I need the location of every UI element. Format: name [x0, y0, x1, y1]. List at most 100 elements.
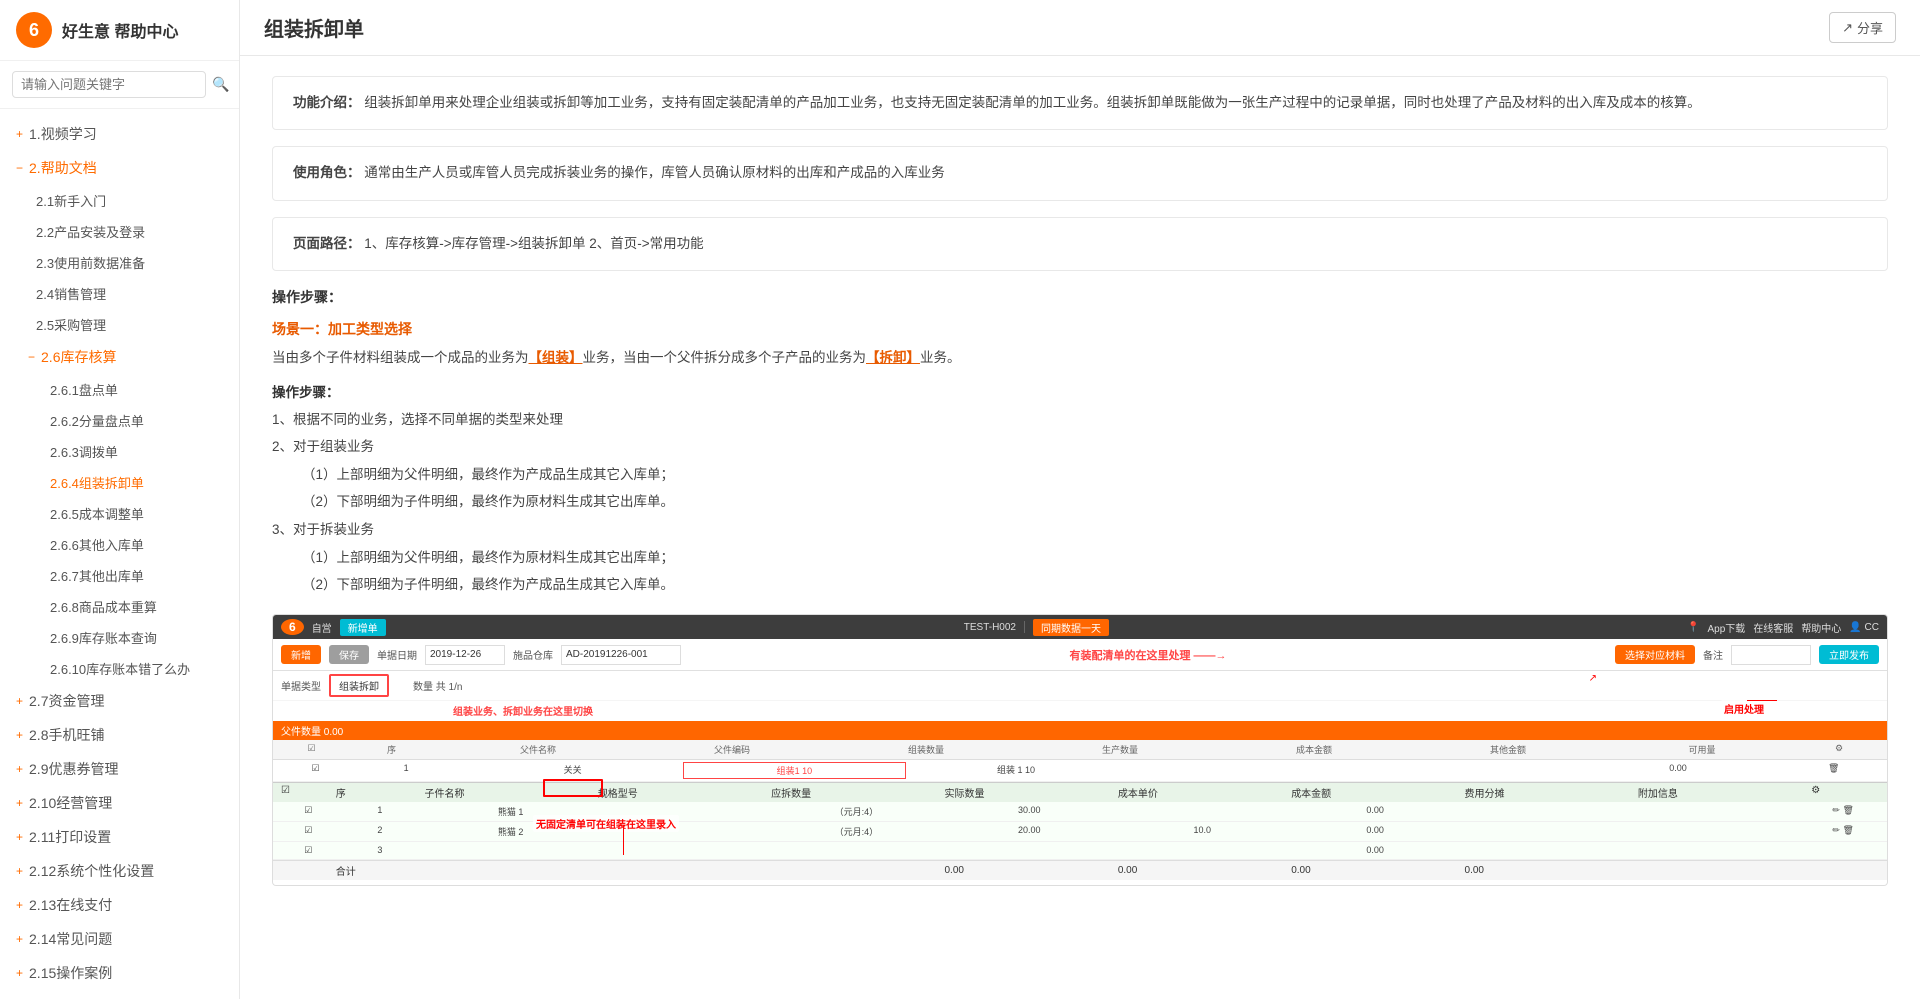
- sidebar-item-mobile[interactable]: + 2.8手机旺铺: [0, 718, 239, 752]
- sidebar-item-cost-adjust[interactable]: 2.6.5成本调整单: [0, 498, 239, 529]
- sidebar-item-mobile-label: 2.8手机旺铺: [29, 725, 104, 745]
- share-icon: ↗: [1842, 20, 1853, 36]
- sidebar-item-inventory[interactable]: − 2.6库存核算: [0, 340, 239, 374]
- intro-label: 功能介绍：: [293, 95, 361, 110]
- mock-code-field[interactable]: AD-20191226-001: [561, 645, 681, 665]
- sidebar-item-cases-label: 2.15操作案例: [29, 963, 112, 983]
- sidebar-item-purchase[interactable]: 2.5采购管理: [0, 309, 239, 340]
- mobile-plus-icon: +: [16, 728, 23, 742]
- logo-icon: 6: [16, 12, 52, 48]
- sidebar-item-stock-error[interactable]: 2.6.10库存账本错了么办: [0, 653, 239, 684]
- operation-plus-icon: +: [16, 796, 23, 810]
- step-1: 1、根据不同的业务，选择不同单据的类型来处理: [272, 407, 1888, 433]
- annotation3-text: 组装业务、拆卸业务在这里切换: [453, 703, 593, 718]
- sidebar-item-other-out[interactable]: 2.6.7其他出库单: [0, 560, 239, 591]
- mock-date-field[interactable]: 2019-12-26: [425, 645, 505, 665]
- sidebar-item-data-prep[interactable]: 2.3使用前数据准备: [0, 247, 239, 278]
- mock-submit-btn[interactable]: 立即发布: [1819, 645, 1879, 664]
- sidebar-item-stock-check[interactable]: 2.6.9库存账本查询: [0, 622, 239, 653]
- path-text: 1、库存核算->库存管理->组装拆卸单 2、首页->常用功能: [364, 236, 703, 251]
- step-3-2: （2）下部明细为子件明细，最终作为产成品生成其它入库单。: [272, 572, 1888, 598]
- assembly-highlight: 【组装】: [529, 350, 583, 365]
- sidebar-item-cases[interactable]: + 2.15操作案例: [0, 956, 239, 990]
- inventory-minus-icon: −: [28, 350, 35, 364]
- sidebar-item-personalize-label: 2.12系统个性化设置: [29, 861, 154, 881]
- mock-section-label: 父件数量 0.00: [281, 723, 343, 738]
- sidebar-item-print[interactable]: + 2.11打印设置: [0, 820, 239, 854]
- path-block: 页面路径： 1、库存核算->库存管理->组装拆卸单 2、首页->常用功能: [272, 217, 1888, 271]
- sidebar-item-inventory-label: 2.6库存核算: [41, 347, 116, 367]
- search-box: 🔍: [0, 61, 239, 109]
- step-2: 2、对于组装业务: [272, 434, 1888, 460]
- sidebar-item-sales[interactable]: 2.4销售管理: [0, 278, 239, 309]
- sidebar-item-faq[interactable]: + 2.14常见问题: [0, 922, 239, 956]
- sidebar-item-coupon[interactable]: + 2.9优惠券管理: [0, 752, 239, 786]
- sidebar-item-install[interactable]: 2.2产品安装及登录: [0, 216, 239, 247]
- scene1-title: 场景一：加工类型选择: [272, 319, 1888, 339]
- mock-note-field[interactable]: [1731, 645, 1811, 665]
- role-label: 使用角色：: [293, 165, 361, 180]
- faq-plus-icon: +: [16, 932, 23, 946]
- intro-text: 组装拆卸单用来处理企业组装或拆卸等加工业务，支持有固定装配清单的产品加工业务，也…: [364, 95, 1701, 110]
- sidebar-item-pay[interactable]: + 2.13在线支付: [0, 888, 239, 922]
- sidebar-item-help-label: 2.帮助文档: [29, 158, 97, 178]
- sidebar-item-pay-label: 2.13在线支付: [29, 895, 112, 915]
- sidebar-item-adjust[interactable]: 2.6.3调拨单: [0, 436, 239, 467]
- sidebar-item-newbie[interactable]: 2.1新手入门: [0, 185, 239, 216]
- sidebar-item-print-label: 2.11打印设置: [29, 827, 111, 847]
- step-3: 3、对于拆装业务: [272, 517, 1888, 543]
- search-input[interactable]: [12, 71, 206, 98]
- sidebar-item-fund[interactable]: + 2.7资金管理: [0, 684, 239, 718]
- app-title: 好生意 帮助中心: [62, 18, 178, 42]
- sidebar-item-coupon-label: 2.9优惠券管理: [29, 759, 118, 779]
- plus-icon: +: [16, 127, 23, 141]
- minus-icon: −: [16, 161, 23, 175]
- sidebar-item-stocktake[interactable]: 2.6.1盘点单: [0, 374, 239, 405]
- sidebar-item-video[interactable]: + 1.视频学习: [0, 117, 239, 151]
- cases-plus-icon: +: [16, 966, 23, 980]
- step-3-1: （1）上部明细为父件明细，最终作为原材料生成其它出库单；: [272, 545, 1888, 571]
- screenshot-wrapper: 6 自営 新增单 TEST-H002 同期数据一天 📍 App下载 在线客服 帮…: [272, 614, 1888, 886]
- sidebar-item-cost-recalc[interactable]: 2.6.8商品成本重算: [0, 591, 239, 622]
- fund-plus-icon: +: [16, 694, 23, 708]
- ops-title: 操作步骤：: [272, 287, 1888, 307]
- sidebar-item-assembly[interactable]: 2.6.4组装拆卸单: [0, 467, 239, 498]
- annotation1-text: 有装配清单的在这里处理 ——→: [689, 647, 1607, 663]
- sidebar-item-operation-label: 2.10经营管理: [29, 793, 112, 813]
- sidebar-item-fund-label: 2.7资金管理: [29, 691, 104, 711]
- mock-new-btn[interactable]: 新增: [281, 645, 321, 664]
- sidebar-item-help[interactable]: − 2.帮助文档: [0, 151, 239, 185]
- main-header: 组装拆卸单 ↗ 分享: [240, 0, 1920, 56]
- mock-save-btn[interactable]: 保存: [329, 645, 369, 664]
- role-block: 使用角色： 通常由生产人员或库管人员完成拆装业务的操作，库管人员确认原材料的出库…: [272, 146, 1888, 200]
- scene1-desc: 当由多个子件材料组装成一个成品的业务为【组装】业务，当由一个父件拆分成多个子产品…: [272, 345, 1888, 371]
- path-label: 页面路径：: [293, 236, 361, 251]
- step-2-2: （2）下部明细为子件明细，最终作为原材料生成其它出库单。: [272, 489, 1888, 515]
- sidebar-item-other-in[interactable]: 2.6.6其他入库单: [0, 529, 239, 560]
- sidebar-item-video-label: 1.视频学习: [29, 124, 97, 144]
- step-2-1: （1）上部明细为父件明细，最终作为产成品生成其它入库单；: [272, 462, 1888, 488]
- pay-plus-icon: +: [16, 898, 23, 912]
- nav-list: + 1.视频学习 − 2.帮助文档 2.1新手入门 2.2产品安装及登录 2.3…: [0, 109, 239, 999]
- print-plus-icon: +: [16, 830, 23, 844]
- intro-block: 功能介绍： 组装拆卸单用来处理企业组装或拆卸等加工业务，支持有固定装配清单的产品…: [272, 76, 1888, 130]
- content-area: 功能介绍： 组装拆卸单用来处理企业组装或拆卸等加工业务，支持有固定装配清单的产品…: [240, 56, 1920, 999]
- main-area: 组装拆卸单 ↗ 分享 功能介绍： 组装拆卸单用来处理企业组装或拆卸等加工业务，支…: [240, 0, 1920, 999]
- role-text: 通常由生产人员或库管人员完成拆装业务的操作，库管人员确认原材料的出库和产成品的入…: [364, 165, 945, 180]
- page-title: 组装拆卸单: [264, 13, 364, 42]
- disassembly-highlight: 【拆卸】: [866, 350, 920, 365]
- ops-steps-title: 操作步骤：: [272, 381, 1888, 401]
- sidebar-item-personalize[interactable]: + 2.12系统个性化设置: [0, 854, 239, 888]
- sidebar-item-operation[interactable]: + 2.10经营管理: [0, 786, 239, 820]
- search-button[interactable]: 🔍: [212, 76, 229, 93]
- share-button[interactable]: ↗ 分享: [1829, 12, 1896, 43]
- mock-select-btn[interactable]: 选择对应材料: [1615, 645, 1695, 664]
- steps-list: 1、根据不同的业务，选择不同单据的类型来处理 2、对于组装业务 （1）上部明细为…: [272, 407, 1888, 598]
- sidebar-item-faq-label: 2.14常见问题: [29, 929, 112, 949]
- personalize-plus-icon: +: [16, 864, 23, 878]
- mock-type-selector[interactable]: 组装拆卸: [329, 674, 389, 697]
- share-label: 分享: [1857, 18, 1883, 37]
- coupon-plus-icon: +: [16, 762, 23, 776]
- sidebar-item-partial[interactable]: 2.6.2分量盘点单: [0, 405, 239, 436]
- sidebar: 6 好生意 帮助中心 🔍 + 1.视频学习 − 2.帮助文档 2.1新手入门 2…: [0, 0, 240, 999]
